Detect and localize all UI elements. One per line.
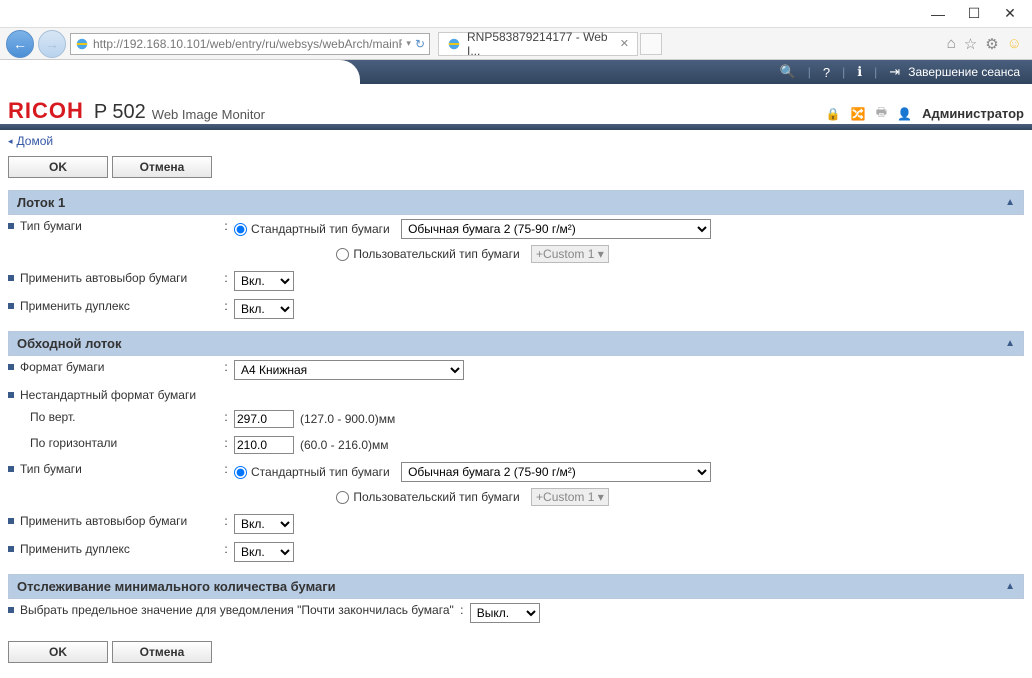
lock-icon: 🔒 (826, 107, 841, 121)
section-title: Лоток 1 (17, 195, 65, 210)
std-type-select[interactable]: Обычная бумага 2 (75-90 г/м²) (401, 462, 711, 482)
collapse-icon[interactable]: ▲ (1005, 338, 1015, 349)
custom-type-radio[interactable] (336, 491, 349, 504)
duplex-label: Применить дуплекс (20, 542, 130, 556)
vert-input[interactable] (234, 410, 294, 428)
nonstd-size-label: Нестандартный формат бумаги (20, 388, 196, 402)
section-title: Обходной лоток (17, 336, 122, 351)
custom-type-label: Пользовательский тип бумаги (353, 490, 519, 504)
horz-label: По горизонтали (30, 436, 117, 450)
vert-label: По верт. (30, 410, 75, 424)
triangle-icon: ◂ (8, 136, 13, 147)
ie-page-icon (75, 37, 89, 51)
logo: RICOH (8, 98, 84, 124)
ok-button-bottom[interactable]: OK (8, 641, 108, 663)
std-type-label: Стандартный тип бумаги (251, 465, 390, 479)
url-input[interactable] (93, 37, 402, 51)
bullet-icon (8, 223, 14, 229)
duplex-dropdown[interactable]: Вкл. (234, 542, 294, 562)
ie-page-icon (447, 37, 461, 51)
logout-icon: ⇥ (885, 64, 904, 80)
cancel-button-bottom[interactable]: Отмена (112, 641, 212, 663)
browser-toolbar: ← → ▾ ↻ RNP583879214177 - Web I... ✕ ⌂ ☆… (0, 28, 1032, 60)
close-button[interactable]: ✕ (992, 3, 1028, 25)
section-tray1: Лоток 1 ▲ (8, 190, 1024, 215)
printer-icon: 🖶 (876, 103, 887, 124)
forward-button[interactable]: → (38, 30, 66, 58)
collapse-icon[interactable]: ▲ (1005, 581, 1015, 592)
auto-select-label: Применить автовыбор бумаги (20, 514, 187, 528)
paper-size-label: Формат бумаги (20, 360, 104, 374)
user-icon: 👤 (897, 107, 912, 121)
auto-select-label: Применить автовыбор бумаги (20, 271, 187, 285)
cancel-button-top[interactable]: Отмена (112, 156, 212, 178)
home-link[interactable]: Домой (17, 134, 54, 148)
duplex-dropdown[interactable]: Вкл. (234, 299, 294, 319)
browser-tab[interactable]: RNP583879214177 - Web I... ✕ (438, 32, 638, 56)
tab-title: RNP583879214177 - Web I... (467, 30, 614, 58)
std-type-label: Стандартный тип бумаги (251, 222, 390, 236)
custom-type-label: Пользовательский тип бумаги (353, 247, 519, 261)
std-type-radio[interactable] (234, 223, 247, 236)
section-title: Отслеживание минимального количества бум… (17, 579, 336, 594)
settings-icon[interactable]: ⚙ (985, 35, 998, 53)
refresh-icon[interactable]: ↻ (415, 37, 425, 51)
section-tracking: Отслеживание минимального количества бум… (8, 574, 1024, 599)
home-icon[interactable]: ⌂ (947, 35, 956, 52)
tab-close-icon[interactable]: ✕ (620, 37, 629, 50)
minimize-button[interactable]: — (920, 3, 956, 25)
custom-type-select: +Custom 1 ▾ (531, 245, 609, 263)
logout-link[interactable]: Завершение сеанса (904, 65, 1024, 79)
limit-select[interactable]: Выкл. (470, 603, 540, 623)
collapse-icon[interactable]: ▲ (1005, 197, 1015, 208)
std-type-radio[interactable] (234, 466, 247, 479)
horz-hint: (60.0 - 216.0)мм (300, 438, 389, 452)
ok-button-top[interactable]: OK (8, 156, 108, 178)
window-titlebar: — ☐ ✕ (0, 0, 1032, 28)
dropdown-icon[interactable]: ▾ (406, 38, 411, 49)
section-bypass: Обходной лоток ▲ (8, 331, 1024, 356)
back-button[interactable]: ← (6, 30, 34, 58)
paper-type-label: Тип бумаги (20, 219, 82, 233)
share-icon: 🔀 (851, 107, 866, 121)
paper-size-select[interactable]: A4 Книжная (234, 360, 464, 380)
vert-hint: (127.0 - 900.0)мм (300, 412, 395, 426)
duplex-label: Применить дуплекс (20, 299, 130, 313)
favorites-icon[interactable]: ☆ (964, 35, 977, 53)
auto-select-dropdown[interactable]: Вкл. (234, 271, 294, 291)
info-icon[interactable]: ℹ (853, 64, 866, 80)
feedback-icon[interactable]: ☺ (1007, 35, 1022, 52)
app-topbar: 🔍 | ? | ℹ | ⇥ Завершение сеанса (0, 60, 1032, 84)
search-icon[interactable]: 🔍 (776, 64, 800, 80)
app-header: RICOH P 502 Web Image Monitor 🔒 🔀 🖶 👤 Ад… (0, 84, 1032, 124)
limit-label: Выбрать предельное значение для уведомле… (20, 603, 454, 617)
address-bar[interactable]: ▾ ↻ (70, 33, 430, 55)
custom-type-select: +Custom 1 ▾ (531, 488, 609, 506)
new-tab-button[interactable] (640, 33, 662, 55)
auto-select-dropdown[interactable]: Вкл. (234, 514, 294, 534)
help-icon[interactable]: ? (819, 65, 834, 80)
custom-type-radio[interactable] (336, 248, 349, 261)
app-subtitle: Web Image Monitor (152, 107, 265, 122)
model-name: P 502 (94, 101, 146, 124)
admin-label: Администратор (922, 106, 1024, 121)
horz-input[interactable] (234, 436, 294, 454)
paper-type-label: Тип бумаги (20, 462, 82, 476)
maximize-button[interactable]: ☐ (956, 3, 992, 25)
std-type-select[interactable]: Обычная бумага 2 (75-90 г/м²) (401, 219, 711, 239)
